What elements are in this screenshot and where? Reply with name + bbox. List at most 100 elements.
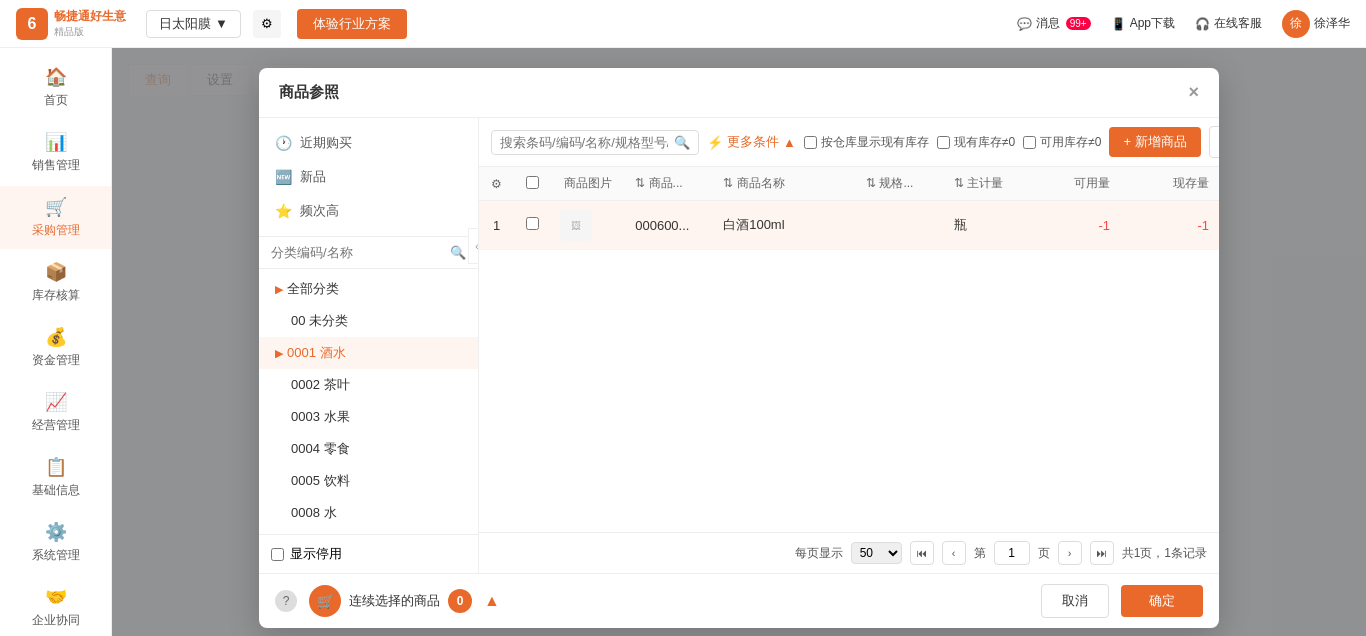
modal-right-panel: 🔍 ⚡ 更多条件 ▲ 按仓库显示现有库存 [479,118,1219,573]
page-number-input[interactable] [994,541,1030,565]
modal-close-button[interactable]: × [1188,82,1199,103]
sidebar-item-sales-label: 销售管理 [32,157,80,174]
footer-collapse-button[interactable]: ▲ [484,592,500,610]
new-product-tab[interactable]: 🆕 新品 [259,160,478,194]
row-code: 000600... [625,201,713,250]
col-name-header[interactable]: ⇅ 商品名称 [713,167,856,201]
sidebar-item-home[interactable]: 🏠 首页 [0,56,111,119]
main-content: 查询 设置 刷新 商品参照 × 🕐 [112,48,1366,636]
help-button[interactable]: ? [275,590,297,612]
avail-stock-label: 可用库存≠0 [1040,134,1101,151]
add-product-button[interactable]: + 新增商品 [1109,127,1200,157]
category-search-input[interactable] [271,245,444,260]
category-item-0001[interactable]: ▶ 0001 酒水 [259,337,478,369]
customer-service-button[interactable]: 🎧 在线客服 [1195,15,1262,32]
row-settings: 1 [479,201,514,250]
user-menu[interactable]: 徐 徐泽华 [1282,10,1350,38]
select-all-checkbox[interactable] [526,176,539,189]
next-page-button[interactable]: › [1058,541,1082,565]
messages-badge: 99+ [1066,17,1091,30]
row-spec [856,201,944,250]
row-stock: -1 [1120,201,1219,250]
star-icon: ⭐ [275,203,292,219]
sort-icon: ⇅ [635,176,645,190]
modal-footer: ? 🛒 连续选择的商品 0 ▲ 取消 确定 [259,573,1219,628]
logo-line1: 畅捷通好生意 [54,8,126,25]
refresh-button[interactable]: C 刷新 [1209,126,1219,158]
app-download-button[interactable]: 📱 App下载 [1111,15,1175,32]
category-0003-label: 0003 水果 [275,408,350,426]
clock-icon: 🕐 [275,135,292,151]
cart-count: 0 [448,589,472,613]
basic-icon: 📋 [45,456,67,478]
cancel-button[interactable]: 取消 [1041,584,1109,618]
per-page-select[interactable]: 50 100 200 [851,542,902,564]
arrow-0001-icon: ▶ [275,347,283,360]
sidebar-item-basic[interactable]: 📋 基础信息 [0,446,111,509]
sidebar-item-system-label: 系统管理 [32,547,80,564]
headset-icon: 🎧 [1195,17,1210,31]
category-item-0008[interactable]: 0008 水 [259,497,478,529]
col-avail-header[interactable]: 可用量 [1021,167,1120,201]
product-thumbnail: 🖼 [560,209,592,241]
frequent-tab[interactable]: ⭐ 频次高 [259,194,478,228]
sidebar-item-purchase[interactable]: 🛒 采购管理 [0,186,111,249]
category-item-00[interactable]: 00 未分类 [259,305,478,337]
col-spec-header[interactable]: ⇅ 规格... [856,167,944,201]
sidebar-item-enterprise-label: 企业协同 [32,612,80,629]
current-stock-label: 现有库存≠0 [954,134,1015,151]
prev-page-button[interactable]: ‹ [942,541,966,565]
more-filters-button[interactable]: ⚡ 更多条件 ▲ [707,133,796,151]
category-item-0003[interactable]: 0003 水果 [259,401,478,433]
row-img: 🖼 [550,201,625,250]
col-code-header[interactable]: ⇅ 商品... [625,167,713,201]
sidebar-item-finance[interactable]: 💰 资金管理 [0,316,111,379]
last-page-button[interactable]: ⏭ [1090,541,1114,565]
product-search-input[interactable] [500,135,668,150]
arrow-icon: ▶ [275,283,283,296]
show-disabled-checkbox[interactable] [271,548,284,561]
avail-stock-checkbox[interactable] [1023,136,1036,149]
recent-purchase-tab[interactable]: 🕐 近期购买 [259,126,478,160]
nav-right: 💬 消息 99+ 📱 App下载 🎧 在线客服 徐 徐泽华 [1017,10,1350,38]
sidebar-item-inventory[interactable]: 📦 库存核算 [0,251,111,314]
logo-sub: 精品版 [54,25,126,39]
cart-label: 连续选择的商品 [349,592,440,610]
collapse-panel-button[interactable]: « [468,228,479,264]
category-item-all[interactable]: ▶ 全部分类 [259,273,478,305]
modal-overlay: 商品参照 × 🕐 近期购买 🆕 [112,48,1366,636]
row-name: 白酒100ml [713,201,856,250]
sidebar-item-system[interactable]: ⚙️ 系统管理 [0,511,111,574]
first-page-button[interactable]: ⏮ [910,541,934,565]
trial-button[interactable]: 体验行业方案 [297,9,407,39]
store-selector[interactable]: 日太阳膜 ▼ [146,10,241,38]
messages-button[interactable]: 💬 消息 99+ [1017,15,1091,32]
sort-name-icon: ⇅ [723,176,733,190]
confirm-button[interactable]: 确定 [1121,585,1203,617]
sidebar-item-sales[interactable]: 📊 销售管理 [0,121,111,184]
col-settings-header: ⚙ [479,167,514,201]
sidebar-item-operation-label: 经营管理 [32,417,80,434]
search-product-icon[interactable]: 🔍 [674,135,690,150]
page-text: 第 [974,545,986,562]
col-unit-header[interactable]: ⇅ 主计量 [944,167,1021,201]
search-icon[interactable]: 🔍 [450,245,466,260]
table-header: ⚙ 商品图片 ⇅ [479,167,1219,201]
row-select-checkbox[interactable] [526,217,539,230]
modal-header: 商品参照 × [259,68,1219,118]
sidebar-item-operation[interactable]: 📈 经营管理 [0,381,111,444]
col-stock-header[interactable]: 现存量 [1120,167,1219,201]
logo-icon: 6 [16,8,48,40]
category-item-0005[interactable]: 0005 饮料 [259,465,478,497]
table-row[interactable]: 1 🖼 [479,201,1219,250]
category-item-0002[interactable]: 0002 茶叶 [259,369,478,401]
settings-icon[interactable]: ⚙ [253,10,281,38]
sidebar-item-enterprise[interactable]: 🤝 企业协同 [0,576,111,636]
category-search: 🔍 [259,237,478,269]
chevron-down-icon: ▼ [215,16,228,31]
cart-icon: 🛒 [309,585,341,617]
category-item-0004[interactable]: 0004 零食 [259,433,478,465]
current-stock-checkbox[interactable] [937,136,950,149]
warehouse-stock-checkbox[interactable] [804,136,817,149]
show-disabled-section: 显示停用 [259,534,478,573]
